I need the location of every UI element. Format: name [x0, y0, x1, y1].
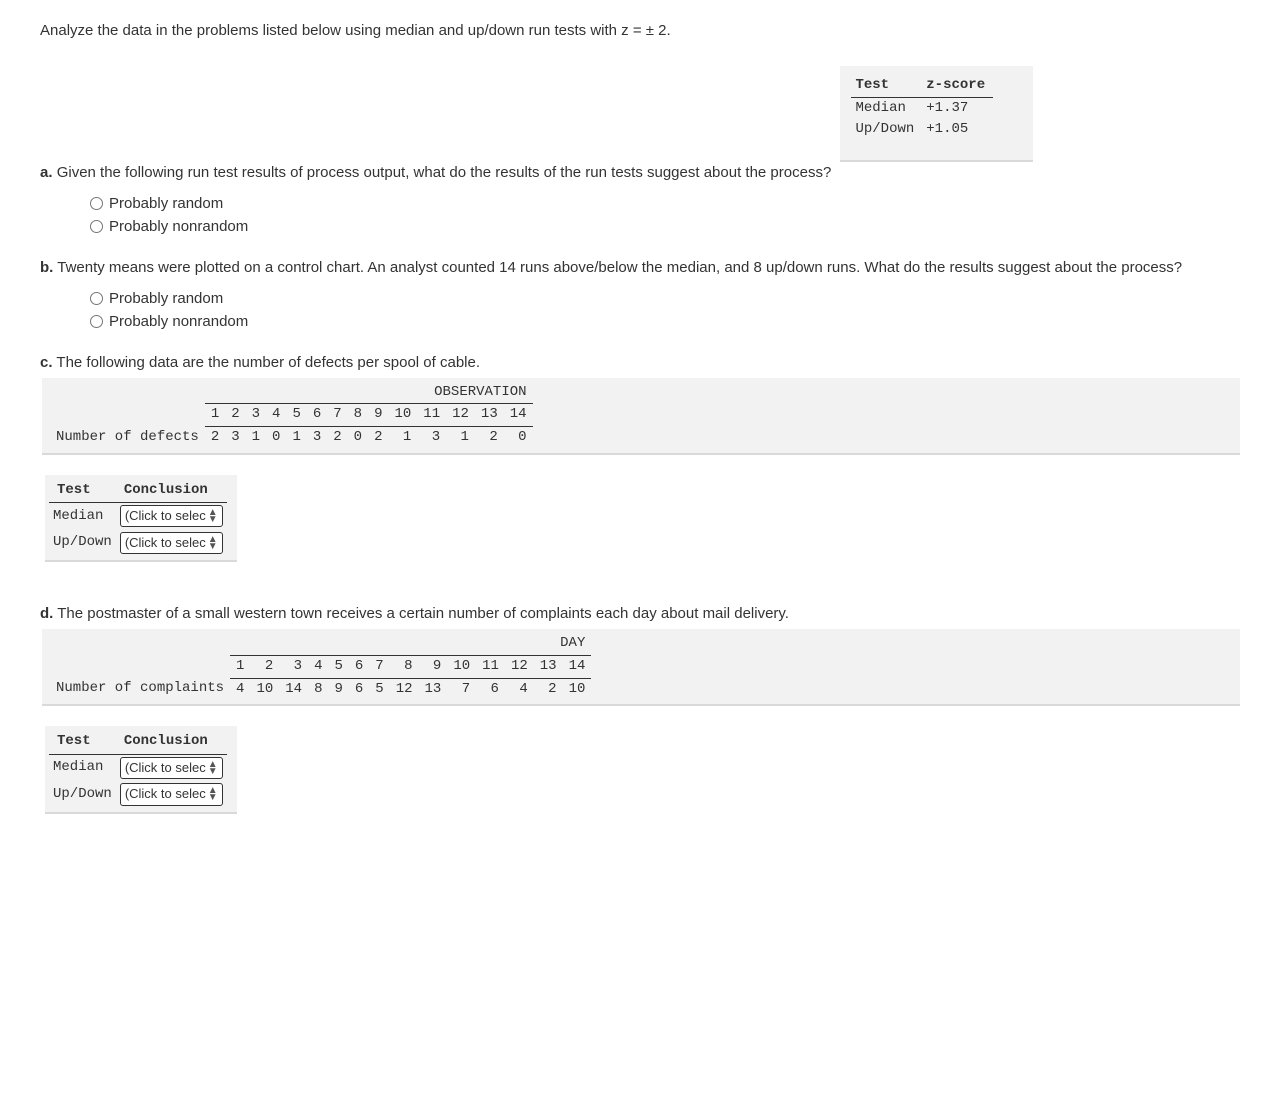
- observation-data-row: Number of defects 2 3 1 0 1 3 2 0 2 1 3 …: [50, 426, 533, 448]
- table-row: Median (Click to selec ▲▼: [49, 503, 227, 530]
- day-data-row: Number of complaints 4 10 14 8 9 6 5 12 …: [50, 678, 591, 700]
- part-d-conclusion-table: Test Conclusion Median (Click to selec ▲…: [49, 730, 227, 808]
- table-row: Up/Down +1.05: [851, 119, 993, 141]
- stepper-icon: ▲▼: [208, 509, 218, 523]
- conclusion-col1: Test: [49, 730, 116, 754]
- conclusion-col2: Conclusion: [116, 479, 227, 503]
- stepper-icon: ▲▼: [208, 536, 218, 550]
- part-b-label: b.: [40, 259, 53, 276]
- part-b-options: Probably random Probably nonrandom: [90, 288, 1240, 332]
- part-a-label: a.: [40, 164, 53, 181]
- updown-select[interactable]: (Click to selec ▲▼: [120, 783, 223, 805]
- radio-option[interactable]: Probably random: [90, 193, 1240, 214]
- day-header-row: 1 2 3 4 5 6 7 8 9 10 11 12 13 14: [50, 655, 591, 678]
- intro-text: Analyze the data in the problems listed …: [40, 20, 1240, 41]
- stepper-icon: ▲▼: [208, 787, 218, 801]
- radio-option[interactable]: Probably nonrandom: [90, 311, 1240, 332]
- median-select[interactable]: (Click to selec ▲▼: [120, 505, 223, 527]
- part-b: b. Twenty means were plotted on a contro…: [40, 257, 1240, 332]
- part-c-label: c.: [40, 354, 53, 371]
- radio-option[interactable]: Probably random: [90, 288, 1240, 309]
- part-d-prompt: The postmaster of a small western town r…: [57, 605, 789, 622]
- part-a-col2: z-score: [922, 75, 993, 97]
- part-a-table: Test z-score Median +1.37 Up/Down +1.05: [851, 75, 993, 141]
- part-c-conclusion-wrap: Test Conclusion Median (Click to selec ▲…: [45, 475, 237, 563]
- part-d-conclusion-wrap: Test Conclusion Median (Click to selec ▲…: [45, 726, 237, 814]
- part-a-prompt: Given the following run test results of …: [57, 164, 832, 181]
- part-c: c. The following data are the number of …: [40, 352, 1240, 584]
- radio-input[interactable]: [90, 220, 103, 233]
- radio-label: Probably random: [109, 193, 223, 214]
- radio-label: Probably nonrandom: [109, 216, 248, 237]
- part-c-prompt: The following data are the number of def…: [56, 354, 480, 371]
- part-d-data-table: DAY 1 2 3 4 5 6 7 8 9 10 11 12 13 14 Num…: [50, 633, 591, 700]
- radio-input[interactable]: [90, 292, 103, 305]
- updown-select[interactable]: (Click to selec ▲▼: [120, 532, 223, 554]
- part-c-data-table: OBSERVATION 1 2 3 4 5 6 7 8 9 10 11 12 1…: [50, 382, 533, 449]
- radio-input[interactable]: [90, 315, 103, 328]
- table-row: Median (Click to selec ▲▼: [49, 754, 227, 781]
- table-row: Median +1.37: [851, 97, 993, 119]
- radio-label: Probably nonrandom: [109, 311, 248, 332]
- part-d: d. The postmaster of a small western tow…: [40, 603, 1240, 835]
- part-a-options: Probably random Probably nonrandom: [90, 193, 1240, 237]
- part-c-data-table-wrap: OBSERVATION 1 2 3 4 5 6 7 8 9 10 11 12 1…: [42, 378, 1240, 455]
- table-row: Up/Down (Click to selec ▲▼: [49, 530, 227, 557]
- stepper-icon: ▲▼: [208, 761, 218, 775]
- part-c-conclusion-table: Test Conclusion Median (Click to selec ▲…: [49, 479, 227, 557]
- conclusion-col1: Test: [49, 479, 116, 503]
- median-select[interactable]: (Click to selec ▲▼: [120, 757, 223, 779]
- day-title: DAY: [230, 633, 591, 655]
- part-a-table-wrap: Test z-score Median +1.37 Up/Down +1.05: [840, 66, 1033, 162]
- part-a-col1: Test: [851, 75, 922, 97]
- conclusion-col2: Conclusion: [116, 730, 227, 754]
- radio-input[interactable]: [90, 197, 103, 210]
- part-a: a. Given the following run test results …: [40, 61, 1240, 237]
- table-row: Up/Down (Click to selec ▲▼: [49, 781, 227, 808]
- observation-header-row: 1 2 3 4 5 6 7 8 9 10 11 12 13 14: [50, 404, 533, 427]
- part-d-data-table-wrap: DAY 1 2 3 4 5 6 7 8 9 10 11 12 13 14 Num…: [42, 629, 1240, 706]
- observation-title: OBSERVATION: [205, 382, 533, 404]
- part-b-prompt: Twenty means were plotted on a control c…: [57, 259, 1182, 276]
- radio-option[interactable]: Probably nonrandom: [90, 216, 1240, 237]
- radio-label: Probably random: [109, 288, 223, 309]
- part-d-label: d.: [40, 605, 53, 622]
